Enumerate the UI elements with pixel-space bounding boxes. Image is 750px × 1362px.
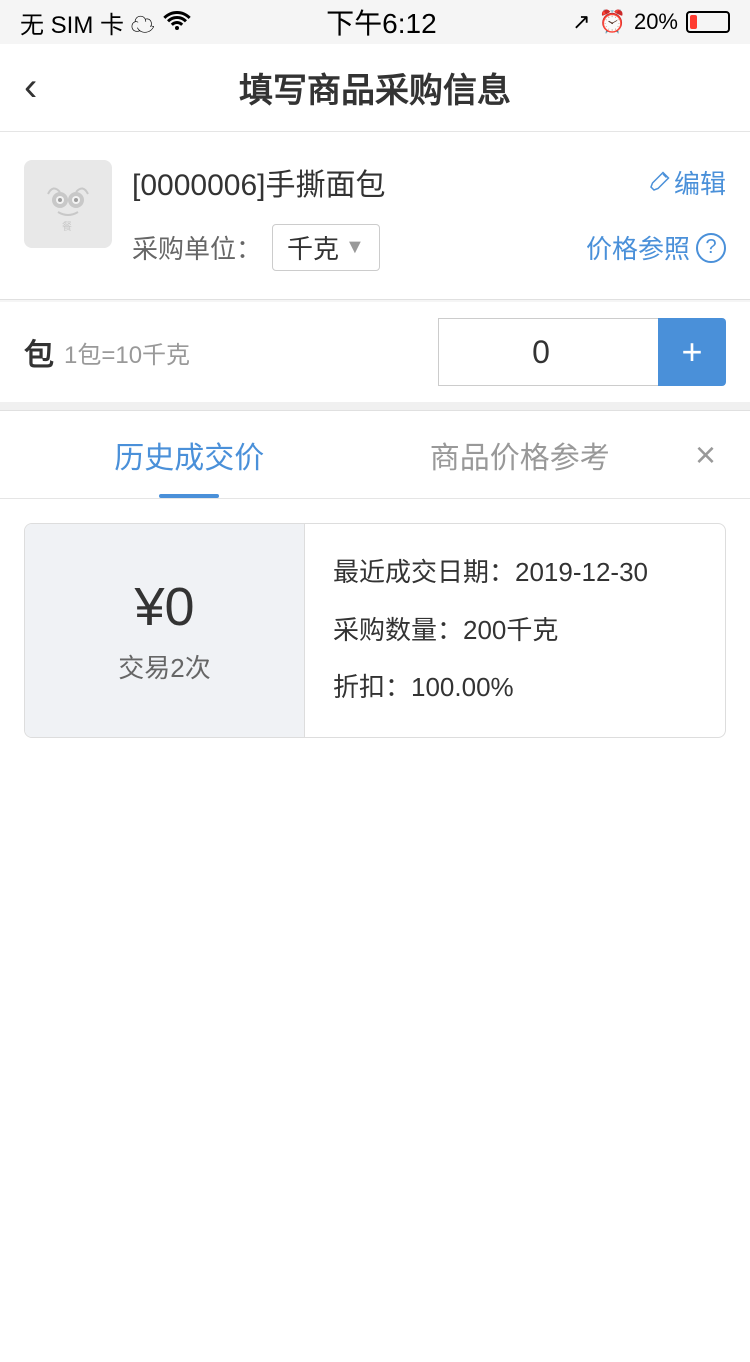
sim-text: 无 SIM 卡 ☁ [20, 5, 155, 40]
recent-date-row: 最近成交日期：2019-12-30 [333, 552, 697, 594]
tabs-row: 历史成交价 商品价格参考 × [0, 411, 750, 499]
product-card: 餐 [0000006]手撕面包 编辑 采购单位： 千克 ▼ [0, 132, 750, 300]
unit-selector-row: 采购单位： 千克 ▼ [132, 224, 380, 271]
quantity-badge: 包 [24, 330, 54, 374]
status-left: 无 SIM 卡 ☁ [20, 5, 191, 40]
price-ref-button[interactable]: 价格参照 ? [586, 229, 726, 266]
quantity-input[interactable] [438, 318, 658, 386]
status-right: ↗ ⏰ 20% [572, 9, 730, 35]
quantity-plus-button[interactable]: + [658, 318, 726, 386]
page-title: 填写商品采购信息 [239, 63, 511, 112]
back-button[interactable]: ‹ [24, 65, 37, 110]
discount-row: 折扣：100.00% [333, 667, 697, 709]
trade-count: 交易2次 [118, 648, 210, 685]
alarm-icon: ⏰ [599, 9, 626, 35]
unit-label: 采购单位： [132, 229, 262, 266]
product-logo: 餐 [24, 160, 112, 248]
price-card-left: ¥0 交易2次 [25, 524, 305, 737]
tab-product-price-ref[interactable]: 商品价格参考 [354, 411, 684, 498]
svg-text:餐: 餐 [62, 220, 72, 233]
help-icon: ? [696, 233, 726, 263]
battery-percent: 20% [634, 9, 678, 35]
page-header: ‹ 填写商品采购信息 [0, 44, 750, 132]
quantity-input-row: + [438, 318, 726, 386]
bottom-panel: 历史成交价 商品价格参考 × ¥0 交易2次 最近成交日期：2019-12-30… [0, 410, 750, 1362]
price-amount: ¥0 [134, 576, 194, 638]
tab-close-button[interactable]: × [685, 434, 726, 476]
product-name: [0000006]手撕面包 [132, 160, 385, 204]
bottom-space [0, 762, 750, 1362]
status-time: 下午6:12 [326, 2, 437, 42]
price-card: ¥0 交易2次 最近成交日期：2019-12-30 采购数量：200千克 折扣：… [24, 523, 726, 738]
battery-indicator [686, 11, 730, 33]
status-bar: 无 SIM 卡 ☁ 下午6:12 ↗ ⏰ 20% [0, 0, 750, 44]
quantity-section: 包 1包=10千克 + [0, 302, 750, 410]
purchase-quantity-row: 采购数量：200千克 [333, 610, 697, 652]
product-info: [0000006]手撕面包 编辑 采购单位： 千克 ▼ 价格参照 ? [132, 160, 726, 271]
quantity-label: 包 1包=10千克 [24, 330, 190, 374]
unit-dropdown[interactable]: 千克 ▼ [272, 224, 380, 271]
quantity-unit-note: 1包=10千克 [64, 335, 190, 370]
price-card-right: 最近成交日期：2019-12-30 采购数量：200千克 折扣：100.00% [305, 524, 725, 737]
history-price-content: ¥0 交易2次 最近成交日期：2019-12-30 采购数量：200千克 折扣：… [0, 499, 750, 762]
wifi-icon [163, 8, 191, 37]
location-icon: ↗ [572, 9, 590, 35]
edit-button[interactable]: 编辑 [648, 164, 726, 201]
tab-history-price[interactable]: 历史成交价 [24, 411, 354, 498]
